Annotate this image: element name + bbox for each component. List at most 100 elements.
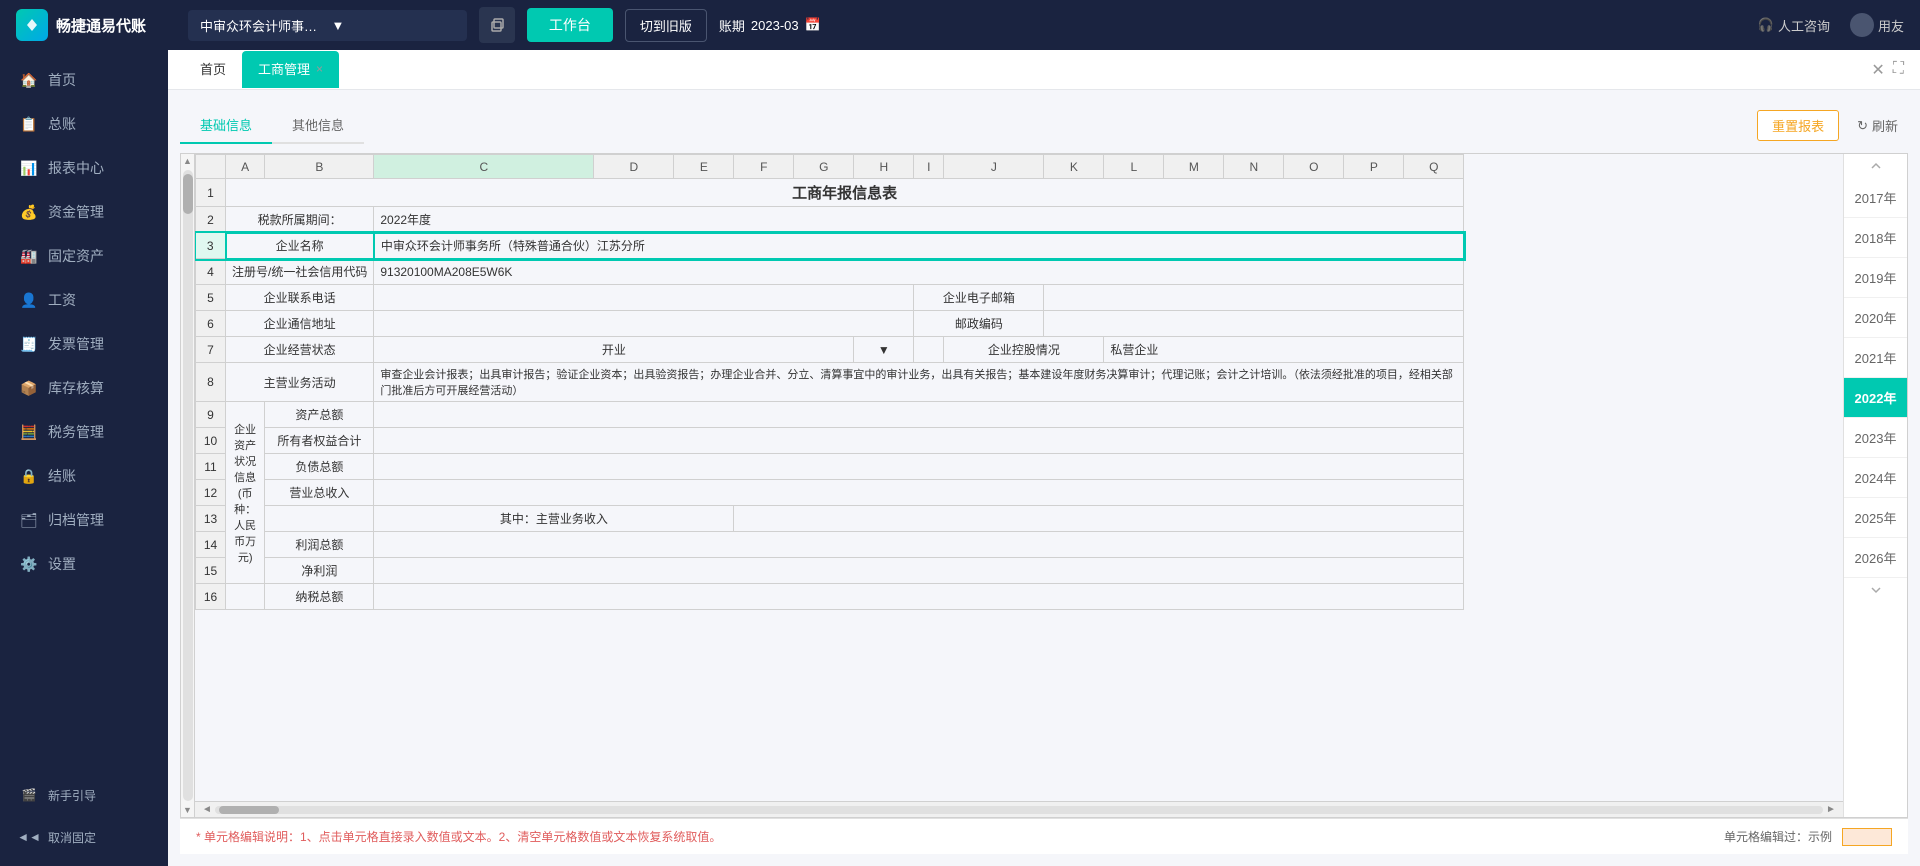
cell-7-control-value[interactable]: 私营企业 (1104, 337, 1464, 363)
cell-5-label: 企业联系电话 (226, 285, 374, 311)
sidebar-item-tax[interactable]: 🧮 税务管理 (0, 410, 168, 454)
sidebar-item-ledger[interactable]: 📋 总账 (0, 102, 168, 146)
h-scroll-right-arrow[interactable]: ► (1823, 802, 1839, 818)
h-scroll-thumb[interactable] (219, 806, 279, 814)
sidebar-item-salary[interactable]: 👤 工资 (0, 278, 168, 322)
sidebar-item-home[interactable]: 🏠 首页 (0, 58, 168, 102)
tab-business-management[interactable]: 工商管理 × (242, 51, 339, 88)
cell-10-value[interactable] (374, 428, 1464, 454)
sidebar-item-archive[interactable]: 🗂 归档管理 (0, 498, 168, 542)
cell-3-value[interactable]: 中审众环会计师事务所（特殊普通合伙）江苏分所 (374, 233, 1464, 259)
company-selector[interactable]: 中审众环会计师事务所（特殊普通合伙… ▼ (188, 10, 467, 41)
ledger-icon: 📋 (20, 115, 38, 133)
cell-11-label: 负债总额 (265, 454, 374, 480)
year-item-2025[interactable]: 2025年 (1844, 498, 1907, 538)
year-nav-down[interactable] (1844, 578, 1907, 602)
cell-4-value[interactable]: 91320100MA208E5W6K (374, 259, 1464, 285)
support-item[interactable]: 🎧 人工咨询 (1758, 16, 1830, 35)
row-num-9: 9 (196, 402, 226, 428)
reset-button[interactable]: 重置报表 (1757, 110, 1839, 141)
col-h: H (854, 155, 914, 179)
v-scrollbar[interactable]: ▲ ▼ (181, 154, 195, 817)
cell-6-address[interactable] (374, 311, 914, 337)
user-item[interactable]: 用友 (1850, 13, 1904, 37)
sidebar-item-close-account[interactable]: 🔒 结账 (0, 454, 168, 498)
sub-tab-basic[interactable]: 基础信息 (180, 107, 272, 144)
h-scroll-left-arrow[interactable]: ◄ (199, 802, 215, 818)
row-num-10: 10 (196, 428, 226, 454)
main-layout: 🏠 首页 📋 总账 📊 报表中心 💰 资金管理 🏭 固定资产 👤 工资 🧾 发票… (0, 50, 1920, 866)
sidebar-item-report[interactable]: 📊 报表中心 (0, 146, 168, 190)
top-right-area: 🎧 人工咨询 用友 (1758, 13, 1904, 37)
window-close-icon[interactable]: ✕ (1871, 60, 1884, 80)
sidebar-item-fund[interactable]: 💰 资金管理 (0, 190, 168, 234)
h-scroll-track[interactable] (215, 806, 1823, 814)
year-item-2017[interactable]: 2017年 (1844, 178, 1907, 218)
cell-8-value[interactable]: 审查企业会计报表；出具审计报告；验证企业资本；出具验资报告；办理企业合并、分立、… (374, 363, 1464, 402)
cell-2-value[interactable]: 2022年度 (374, 207, 1464, 233)
year-item-2021[interactable]: 2021年 (1844, 338, 1907, 378)
year-item-2024[interactable]: 2024年 (1844, 458, 1907, 498)
content-area: 首页 工商管理 × ✕ ⛶ 基础信息 其他信息 (168, 50, 1920, 866)
year-item-2023[interactable]: 2023年 (1844, 418, 1907, 458)
col-c: C (374, 155, 594, 179)
v-scroll-thumb[interactable] (183, 174, 193, 214)
year-panel: 2017年 2018年 2019年 2020年 2021年 2022年 2023… (1843, 154, 1907, 817)
year-item-2022[interactable]: 2022年 (1844, 378, 1907, 418)
sidebar-item-guide[interactable]: 🎬 新手引导 (0, 774, 168, 816)
sub-tab-other[interactable]: 其他信息 (272, 107, 364, 144)
copy-icon[interactable] (479, 7, 515, 43)
cell-7-status-value[interactable]: 开业 (374, 337, 854, 363)
cell-5-email-value[interactable] (1044, 285, 1464, 311)
v-scroll-track (183, 170, 193, 801)
workbench-button[interactable]: 工作台 (527, 8, 613, 42)
row-num-15: 15 (196, 558, 226, 584)
cell-6-post-value[interactable] (1044, 311, 1464, 337)
calendar-icon[interactable]: 📅 (805, 17, 821, 33)
tab-home[interactable]: 首页 (184, 51, 242, 88)
cell-7-dropdown[interactable]: ▼ (854, 337, 914, 363)
status-bar: * 单元格编辑说明：1、点击单元格直接录入数值或文本。2、清空单元格数值或文本恢… (180, 818, 1908, 854)
scroll-up-arrow[interactable]: ▲ (181, 154, 195, 168)
sidebar-label-close-account: 结账 (48, 466, 76, 486)
cell-13-value[interactable] (734, 506, 1464, 532)
year-item-2026[interactable]: 2026年 (1844, 538, 1907, 578)
cell-5-phone[interactable] (374, 285, 914, 311)
cell-7-control-label: 企业控股情况 (944, 337, 1104, 363)
sidebar-item-inventory[interactable]: 📦 库存核算 (0, 366, 168, 410)
tab-close-icon[interactable]: × (316, 62, 323, 76)
period-value: 2023-03 (751, 18, 799, 33)
col-headers-row: A B C D E F G H I J (196, 155, 1464, 179)
cell-9-value[interactable] (374, 402, 1464, 428)
col-l: L (1104, 155, 1164, 179)
cell-7-empty (914, 337, 944, 363)
spreadsheet-scroll-area[interactable]: A B C D E F G H I J (195, 154, 1843, 801)
cell-16-value[interactable] (374, 584, 1464, 610)
sidebar-item-asset[interactable]: 🏭 固定资产 (0, 234, 168, 278)
sub-tabs: 基础信息 其他信息 (180, 107, 364, 144)
scroll-down-arrow[interactable]: ▼ (181, 803, 195, 817)
year-item-2020[interactable]: 2020年 (1844, 298, 1907, 338)
year-item-2018[interactable]: 2018年 (1844, 218, 1907, 258)
sidebar-label-archive: 归档管理 (48, 510, 104, 530)
cell-15-value[interactable] (374, 558, 1464, 584)
sidebar-label-asset: 固定资产 (48, 246, 104, 266)
sidebar-item-invoice[interactable]: 🧾 发票管理 (0, 322, 168, 366)
cell-2-label: 税款所属期间： (226, 207, 374, 233)
cell-12-value[interactable] (374, 480, 1464, 506)
table-row: 15 净利润 (196, 558, 1464, 584)
tab-home-label: 首页 (200, 62, 226, 77)
cell-14-value[interactable] (374, 532, 1464, 558)
window-expand-icon[interactable]: ⛶ (1893, 60, 1904, 80)
refresh-button[interactable]: ↻ 刷新 (1847, 111, 1908, 140)
year-item-2019[interactable]: 2019年 (1844, 258, 1907, 298)
company-name: 中审众环会计师事务所（特殊普通合伙… (200, 16, 323, 35)
year-nav-up[interactable] (1844, 154, 1907, 178)
old-version-button[interactable]: 切到旧版 (625, 9, 707, 42)
sidebar-item-settings[interactable]: ⚙️ 设置 (0, 542, 168, 586)
title-cell[interactable]: 工商年报信息表 (226, 179, 1464, 207)
sidebar-item-unpin[interactable]: ◄◄ 取消固定 (0, 816, 168, 858)
cell-11-value[interactable] (374, 454, 1464, 480)
table-row: 7 企业经营状态 开业 ▼ 企业控股情况 私营企业 (196, 337, 1464, 363)
row-num-1: 1 (196, 179, 226, 207)
